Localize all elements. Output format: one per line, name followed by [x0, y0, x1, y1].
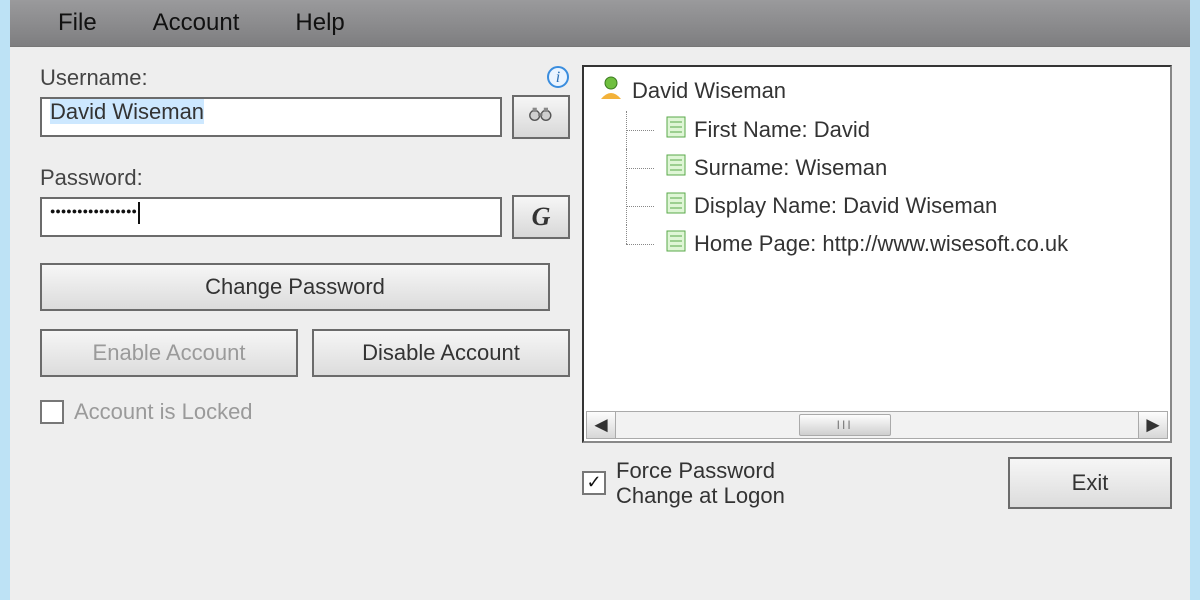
menu-file[interactable]: File: [30, 3, 125, 43]
menu-account[interactable]: Account: [125, 3, 268, 43]
tree-root-label: David Wiseman: [632, 78, 786, 104]
password-mask: ●●●●●●●●●●●●●●●●: [50, 206, 137, 216]
account-locked-label: Account is Locked: [74, 399, 253, 425]
password-input[interactable]: ●●●●●●●●●●●●●●●●: [40, 197, 502, 237]
password-label: Password:: [40, 165, 570, 191]
tree-item-label: Surname: Wiseman: [694, 155, 887, 181]
exit-button[interactable]: Exit: [1008, 457, 1172, 509]
username-value: David Wiseman: [50, 99, 204, 124]
menubar: File Account Help: [10, 0, 1190, 47]
scroll-right-arrow-icon[interactable]: ►: [1138, 412, 1167, 438]
content-area: Username: i David Wiseman: [10, 47, 1190, 509]
scroll-left-arrow-icon[interactable]: ◄: [587, 412, 616, 438]
right-panel: David Wiseman First Name: David: [582, 65, 1172, 509]
enable-account-button[interactable]: Enable Account: [40, 329, 298, 377]
property-icon: [666, 230, 686, 258]
tree-item-label: First Name: David: [694, 117, 870, 143]
tree-item[interactable]: First Name: David: [626, 111, 1160, 149]
username-input[interactable]: David Wiseman: [40, 97, 502, 137]
menu-help[interactable]: Help: [267, 3, 372, 43]
tree-item-label: Display Name: David Wiseman: [694, 193, 997, 219]
username-label: Username:: [40, 65, 148, 91]
info-icon[interactable]: i: [546, 65, 570, 95]
tree-item-label: Home Page: http://www.wisesoft.co.uk: [694, 231, 1068, 257]
force-password-row: Force Password Change at Logon: [582, 458, 785, 509]
change-password-button[interactable]: Change Password: [40, 263, 550, 311]
generate-password-button[interactable]: G: [512, 195, 570, 239]
binoculars-icon: [527, 104, 555, 130]
tree-item[interactable]: Display Name: David Wiseman: [626, 187, 1160, 225]
scroll-track[interactable]: III: [616, 412, 1138, 438]
bottom-right-row: Force Password Change at Logon Exit: [582, 457, 1172, 509]
property-icon: [666, 116, 686, 144]
account-locked-row: Account is Locked: [40, 399, 570, 425]
force-password-checkbox[interactable]: [582, 471, 606, 495]
user-tree-panel[interactable]: David Wiseman First Name: David: [582, 65, 1172, 443]
force-password-label: Force Password Change at Logon: [616, 458, 785, 509]
user-icon: [598, 75, 624, 107]
account-locked-checkbox[interactable]: [40, 400, 64, 424]
tree-item[interactable]: Home Page: http://www.wisesoft.co.uk: [626, 225, 1160, 263]
property-icon: [666, 192, 686, 220]
tree-root[interactable]: David Wiseman: [598, 75, 1160, 107]
svg-text:i: i: [556, 69, 560, 86]
disable-account-button[interactable]: Disable Account: [312, 329, 570, 377]
lookup-button[interactable]: [512, 95, 570, 139]
property-icon: [666, 154, 686, 182]
tree-children: First Name: David Surname: Wiseman: [626, 111, 1160, 263]
horizontal-scrollbar[interactable]: ◄ III ►: [586, 411, 1168, 439]
text-caret: [138, 202, 140, 224]
scroll-thumb[interactable]: III: [799, 414, 891, 436]
tree-item[interactable]: Surname: Wiseman: [626, 149, 1160, 187]
left-panel: Username: i David Wiseman: [40, 65, 570, 509]
app-window: File Account Help Username: i David Wise…: [0, 0, 1200, 600]
